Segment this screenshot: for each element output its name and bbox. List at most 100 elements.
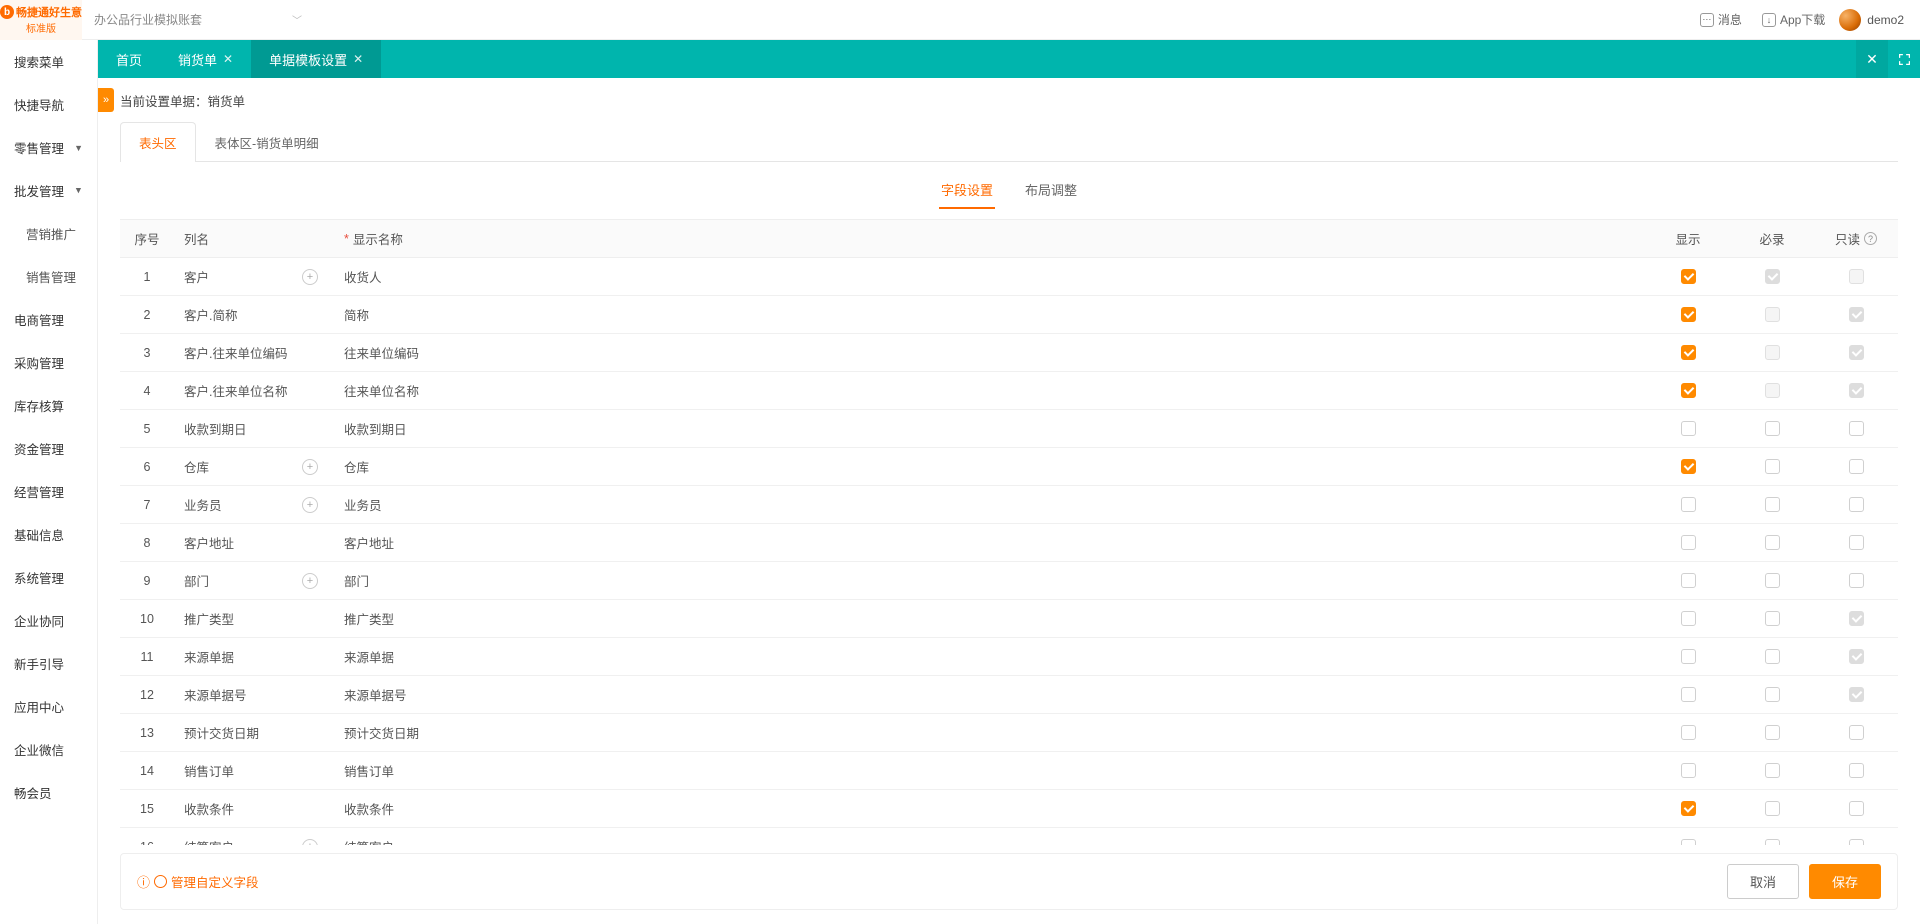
sidebar-item[interactable]: 快捷导航	[0, 83, 97, 126]
sidebar-item[interactable]: 搜索菜单	[0, 40, 97, 83]
cell-display-name[interactable]: 收款到期日	[334, 410, 1646, 447]
page-tab[interactable]: 首页	[98, 40, 160, 78]
sidebar-item[interactable]: 企业微信	[0, 728, 97, 771]
checkbox-readonly[interactable]	[1849, 535, 1864, 550]
cell-display-name[interactable]: 结算客户	[334, 828, 1646, 845]
checkbox-required[interactable]	[1765, 801, 1780, 816]
add-child-button[interactable]: +	[302, 497, 318, 513]
sidebar-item[interactable]: 经营管理	[0, 470, 97, 513]
page-tab[interactable]: 销货单✕	[160, 40, 251, 78]
sidebar-item[interactable]: 电商管理	[0, 298, 97, 341]
checkbox-readonly[interactable]	[1849, 497, 1864, 512]
checkbox-show[interactable]	[1681, 459, 1696, 474]
app-download-button[interactable]: ↓ App下载	[1762, 11, 1825, 28]
cell-display-name[interactable]: 部门	[334, 562, 1646, 599]
checkbox-show[interactable]	[1681, 383, 1696, 398]
checkbox-readonly[interactable]	[1849, 763, 1864, 778]
messages-button[interactable]: ⋯ 消息	[1700, 11, 1742, 28]
fullscreen-button[interactable]	[1888, 40, 1920, 78]
checkbox-readonly[interactable]	[1849, 801, 1864, 816]
checkbox-show[interactable]	[1681, 725, 1696, 740]
cell-display-name[interactable]: 客户地址	[334, 524, 1646, 561]
table-body[interactable]: 1客户+收货人2客户.简称简称3客户.往来单位编码往来单位编码4客户.往来单位名…	[120, 258, 1898, 845]
checkbox-required[interactable]	[1765, 611, 1780, 626]
sidebar-item[interactable]: 畅会员	[0, 771, 97, 814]
area-tab[interactable]: 表头区	[120, 122, 196, 162]
sidebar-item[interactable]: 库存核算	[0, 384, 97, 427]
cell-display-name[interactable]: 仓库	[334, 448, 1646, 485]
expand-handle[interactable]: »	[98, 88, 114, 112]
sub-tab[interactable]: 字段设置	[939, 176, 995, 209]
checkbox-required[interactable]	[1765, 535, 1780, 550]
checkbox-required[interactable]	[1765, 763, 1780, 778]
cell-display-name[interactable]: 推广类型	[334, 600, 1646, 637]
sidebar-item[interactable]: 新手引导	[0, 642, 97, 685]
manage-custom-fields-link[interactable]: ⓘ 管理自定义字段	[137, 872, 259, 891]
cell-show	[1646, 334, 1730, 371]
sub-tab[interactable]: 布局调整	[1023, 176, 1079, 209]
add-child-button[interactable]: +	[302, 269, 318, 285]
cell-display-name[interactable]: 往来单位名称	[334, 372, 1646, 409]
page-tab[interactable]: 单据模板设置✕	[251, 40, 381, 78]
checkbox-readonly[interactable]	[1849, 421, 1864, 436]
cell-display-name[interactable]: 预计交货日期	[334, 714, 1646, 751]
checkbox-show[interactable]	[1681, 573, 1696, 588]
sidebar-item[interactable]: 应用中心	[0, 685, 97, 728]
sidebar-item[interactable]: 企业协同	[0, 599, 97, 642]
workspace-selector[interactable]: 办公品行业模拟账套 ﹀	[94, 11, 302, 28]
checkbox-show[interactable]	[1681, 801, 1696, 816]
checkbox-show[interactable]	[1681, 763, 1696, 778]
save-button[interactable]: 保存	[1809, 864, 1881, 899]
checkbox-readonly[interactable]	[1849, 839, 1864, 845]
cell-display-name[interactable]: 收货人	[334, 258, 1646, 295]
cell-display-name[interactable]: 来源单据号	[334, 676, 1646, 713]
checkbox-show[interactable]	[1681, 687, 1696, 702]
sidebar-item[interactable]: 基础信息	[0, 513, 97, 556]
checkbox-show[interactable]	[1681, 611, 1696, 626]
area-tab[interactable]: 表体区-销货单明细	[196, 122, 338, 162]
checkbox-show[interactable]	[1681, 421, 1696, 436]
sidebar-item[interactable]: 采购管理	[0, 341, 97, 384]
checkbox-show[interactable]	[1681, 345, 1696, 360]
help-icon[interactable]: ?	[1864, 232, 1877, 245]
add-child-button[interactable]: +	[302, 459, 318, 475]
checkbox-required[interactable]	[1765, 725, 1780, 740]
add-child-button[interactable]: +	[302, 573, 318, 589]
sidebar-item[interactable]: 资金管理	[0, 427, 97, 470]
checkbox-readonly[interactable]	[1849, 725, 1864, 740]
sidebar-item[interactable]: 零售管理▼	[0, 126, 97, 169]
close-all-tabs-button[interactable]: ✕	[1856, 40, 1888, 78]
checkbox-show[interactable]	[1681, 269, 1696, 284]
cell-display-name[interactable]: 往来单位编码	[334, 334, 1646, 371]
checkbox-show[interactable]	[1681, 649, 1696, 664]
checkbox-required[interactable]	[1765, 649, 1780, 664]
sidebar-item[interactable]: 系统管理	[0, 556, 97, 599]
sidebar-subitem[interactable]: 销售管理	[0, 255, 97, 298]
checkbox-required[interactable]	[1765, 497, 1780, 512]
sidebar-item[interactable]: 批发管理▲	[0, 169, 97, 212]
checkbox-show[interactable]	[1681, 535, 1696, 550]
checkbox-required[interactable]	[1765, 573, 1780, 588]
sidebar-subitem[interactable]: 营销推广	[0, 212, 97, 255]
cell-display-name[interactable]: 来源单据	[334, 638, 1646, 675]
checkbox-required[interactable]	[1765, 687, 1780, 702]
checkbox-show[interactable]	[1681, 497, 1696, 512]
cell-display-name[interactable]: 业务员	[334, 486, 1646, 523]
checkbox-required[interactable]	[1765, 459, 1780, 474]
checkbox-show[interactable]	[1681, 307, 1696, 322]
add-child-button[interactable]: +	[302, 839, 318, 846]
cell-display-name[interactable]: 收款条件	[334, 790, 1646, 827]
cancel-button[interactable]: 取消	[1727, 864, 1799, 899]
close-icon[interactable]: ✕	[353, 52, 363, 66]
checkbox-required[interactable]	[1765, 421, 1780, 436]
checkbox-readonly[interactable]	[1849, 459, 1864, 474]
cell-display-name[interactable]: 简称	[334, 296, 1646, 333]
checkbox-readonly[interactable]	[1849, 573, 1864, 588]
cell-display-name[interactable]: 销售订单	[334, 752, 1646, 789]
avatar[interactable]	[1839, 9, 1861, 31]
checkbox-required[interactable]	[1765, 839, 1780, 845]
close-icon[interactable]: ✕	[223, 52, 233, 66]
brand-logo[interactable]: b畅捷通好生意 标准版	[0, 0, 82, 40]
checkbox-show[interactable]	[1681, 839, 1696, 845]
user-name[interactable]: demo2	[1867, 13, 1904, 27]
